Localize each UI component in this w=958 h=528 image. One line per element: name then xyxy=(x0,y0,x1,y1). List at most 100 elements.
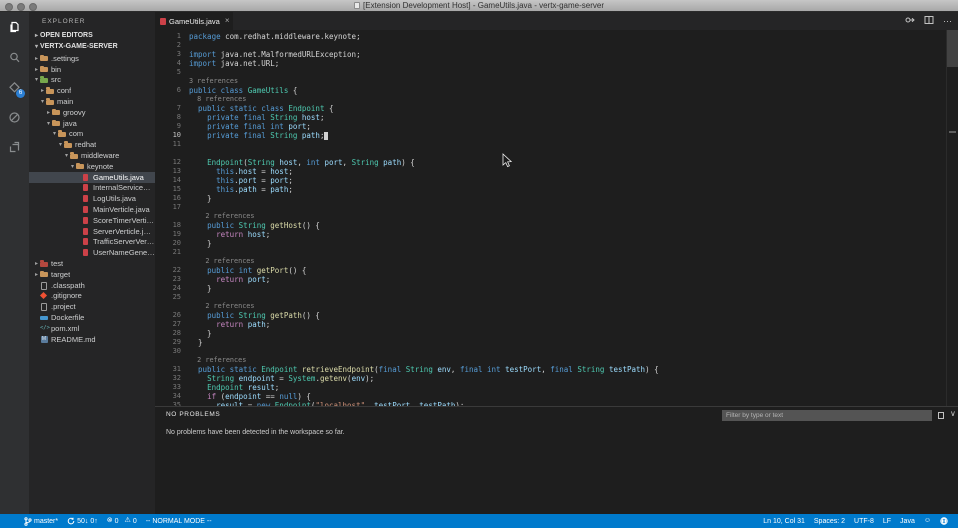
codelens-row[interactable]: 2 references xyxy=(155,302,958,311)
tree-item[interactable]: ▾ com xyxy=(29,129,155,140)
tree-item[interactable]: ▾ java xyxy=(29,118,155,129)
tree-item[interactable]: ▸ .settings xyxy=(29,53,155,64)
cursor-position-status[interactable]: Ln 10, Col 31 xyxy=(763,518,805,525)
open-editors-section[interactable]: ▸ OPEN EDITORS xyxy=(29,30,155,41)
tree-item[interactable]: ▸ test xyxy=(29,258,155,269)
encoding-status[interactable]: UTF-8 xyxy=(854,518,874,525)
code-line[interactable]: 3 import java.net.MalformedURLException; xyxy=(155,50,958,59)
code-line[interactable]: 25 xyxy=(155,293,958,302)
tree-item[interactable]: ▾ redhat xyxy=(29,139,155,150)
tree-item[interactable]: ▾ src xyxy=(29,75,155,86)
tree-item[interactable]: TrafficServerVerti... xyxy=(29,237,155,248)
code-line[interactable]: 7 public static class Endpoint { xyxy=(155,104,958,113)
code-line[interactable]: 14 this.port = port; xyxy=(155,176,958,185)
code-line[interactable]: 23 return port; xyxy=(155,275,958,284)
code-line[interactable]: 24 } xyxy=(155,284,958,293)
code-line[interactable]: 18 public String getHost() { xyxy=(155,221,958,230)
split-editor-icon[interactable] xyxy=(924,12,934,30)
code-line[interactable]: 8 private final String host; xyxy=(155,113,958,122)
eol-status[interactable]: LF xyxy=(883,518,891,525)
tree-item[interactable]: .classpath xyxy=(29,280,155,291)
codelens-row[interactable]: 3 references xyxy=(155,77,958,86)
code-line[interactable]: 28 } xyxy=(155,329,958,338)
feedback-smiley-icon[interactable]: ☺ xyxy=(924,517,931,525)
close-icon[interactable]: × xyxy=(225,17,230,25)
code-line[interactable]: 15 this.path = path; xyxy=(155,185,958,194)
editor-scrollbar[interactable] xyxy=(947,30,958,67)
git-branch-status[interactable]: master* xyxy=(24,516,58,526)
tree-item[interactable]: ServerVerticle.java xyxy=(29,226,155,237)
code-line[interactable]: 32 String endpoint = System.getenv(env); xyxy=(155,374,958,383)
code-line[interactable]: 30 xyxy=(155,347,958,356)
tree-item[interactable]: ▸ conf xyxy=(29,85,155,96)
problems-filter-input[interactable] xyxy=(722,410,932,421)
code-line[interactable]: 26 public String getPath() { xyxy=(155,311,958,320)
tree-item[interactable]: .project xyxy=(29,301,155,312)
tree-item[interactable]: ▸ target xyxy=(29,269,155,280)
code-line[interactable]: 11 xyxy=(155,140,958,149)
tree-item[interactable]: ▾ main xyxy=(29,96,155,107)
code-line[interactable]: 13 this.host = host; xyxy=(155,167,958,176)
indentation-status[interactable]: Spaces: 2 xyxy=(814,518,845,525)
code-line[interactable] xyxy=(155,149,958,158)
codelens-row[interactable]: 2 references xyxy=(155,356,958,365)
code-line[interactable]: 5 xyxy=(155,68,958,77)
tree-item[interactable]: UserNameGenerat... xyxy=(29,247,155,258)
code-line[interactable]: 19 return host; xyxy=(155,230,958,239)
codelens-row[interactable]: 8 references xyxy=(155,95,958,104)
sync-status[interactable]: 50↓ 0↑ xyxy=(67,517,98,525)
extensions-icon[interactable] xyxy=(0,132,29,162)
code-line[interactable]: 22 public int getPort() { xyxy=(155,266,958,275)
code-line[interactable]: 34 if (endpoint == null) { xyxy=(155,392,958,401)
errors-status[interactable]: ⊗ 0 ⚠ 0 xyxy=(107,517,137,525)
explorer-icon[interactable] xyxy=(0,12,29,42)
tree-item[interactable]: Dockerfile xyxy=(29,312,155,323)
line-number xyxy=(155,302,189,311)
code-line[interactable]: 16 } xyxy=(155,194,958,203)
code-line[interactable]: 29 } xyxy=(155,338,958,347)
editor-tab-bar: GameUtils.java × ⋯ xyxy=(155,12,958,30)
collapse-panel-chevron-icon[interactable]: ∨ xyxy=(950,409,956,418)
tree-item[interactable]: README.md xyxy=(29,334,155,345)
codelens-row[interactable]: 2 references xyxy=(155,257,958,266)
tree-item[interactable]: ▾ middleware xyxy=(29,150,155,161)
code-line[interactable]: 1 package com.redhat.middleware.keynote; xyxy=(155,32,958,41)
tree-item-label: src xyxy=(51,75,61,85)
code-line[interactable]: 10 private final String path; xyxy=(155,131,958,140)
vim-mode-status[interactable]: -- NORMAL MODE -- xyxy=(146,518,212,525)
search-icon[interactable] xyxy=(0,42,29,72)
tab-gameutils-java[interactable]: GameUtils.java × xyxy=(155,12,233,30)
code-line[interactable]: 17 xyxy=(155,203,958,212)
code-line[interactable]: 6 public class GameUtils { xyxy=(155,86,958,95)
code-editor[interactable]: 1 package com.redhat.middleware.keynote; 2… xyxy=(155,30,958,406)
workspace-folder-section[interactable]: ▾ VERTX-GAME-SERVER xyxy=(29,41,155,52)
codelens-row[interactable]: 2 references xyxy=(155,212,958,221)
tree-item-label: .project xyxy=(51,302,76,312)
source-control-icon[interactable]: 6 xyxy=(0,72,29,102)
code-line[interactable]: 12 Endpoint(String host, int port, Strin… xyxy=(155,158,958,167)
debug-icon[interactable] xyxy=(0,102,29,132)
tree-item[interactable]: .gitignore xyxy=(29,291,155,302)
tree-item[interactable]: MainVerticle.java xyxy=(29,204,155,215)
code-line[interactable]: 21 xyxy=(155,248,958,257)
code-line[interactable]: 31 public static Endpoint retrieveEndpoi… xyxy=(155,365,958,374)
language-mode-status[interactable]: Java xyxy=(900,518,915,525)
maximize-panel-icon[interactable] xyxy=(938,412,944,419)
code-line[interactable]: 33 Endpoint result; xyxy=(155,383,958,392)
tree-item[interactable]: ▸ groovy xyxy=(29,107,155,118)
tree-item[interactable]: ▸ bin xyxy=(29,64,155,75)
code-line[interactable]: 2 xyxy=(155,41,958,50)
code-line[interactable]: 9 private final int port; xyxy=(155,122,958,131)
notifications-icon[interactable] xyxy=(940,517,948,525)
code-line[interactable]: 4 import java.net.URL; xyxy=(155,59,958,68)
tree-item[interactable]: InternalServiceVer... xyxy=(29,183,155,194)
code-line[interactable]: 27 return path; xyxy=(155,320,958,329)
tree-item[interactable]: pom.xml xyxy=(29,323,155,334)
tree-item[interactable]: LogUtils.java xyxy=(29,193,155,204)
code-line[interactable]: 20 } xyxy=(155,239,958,248)
tree-item[interactable]: GameUtils.java xyxy=(29,171,155,183)
tree-item[interactable]: ScoreTimerVerticl... xyxy=(29,215,155,226)
open-changes-icon[interactable] xyxy=(905,12,915,30)
more-actions-icon[interactable]: ⋯ xyxy=(943,16,952,26)
tree-item[interactable]: ▾ keynote xyxy=(29,161,155,172)
